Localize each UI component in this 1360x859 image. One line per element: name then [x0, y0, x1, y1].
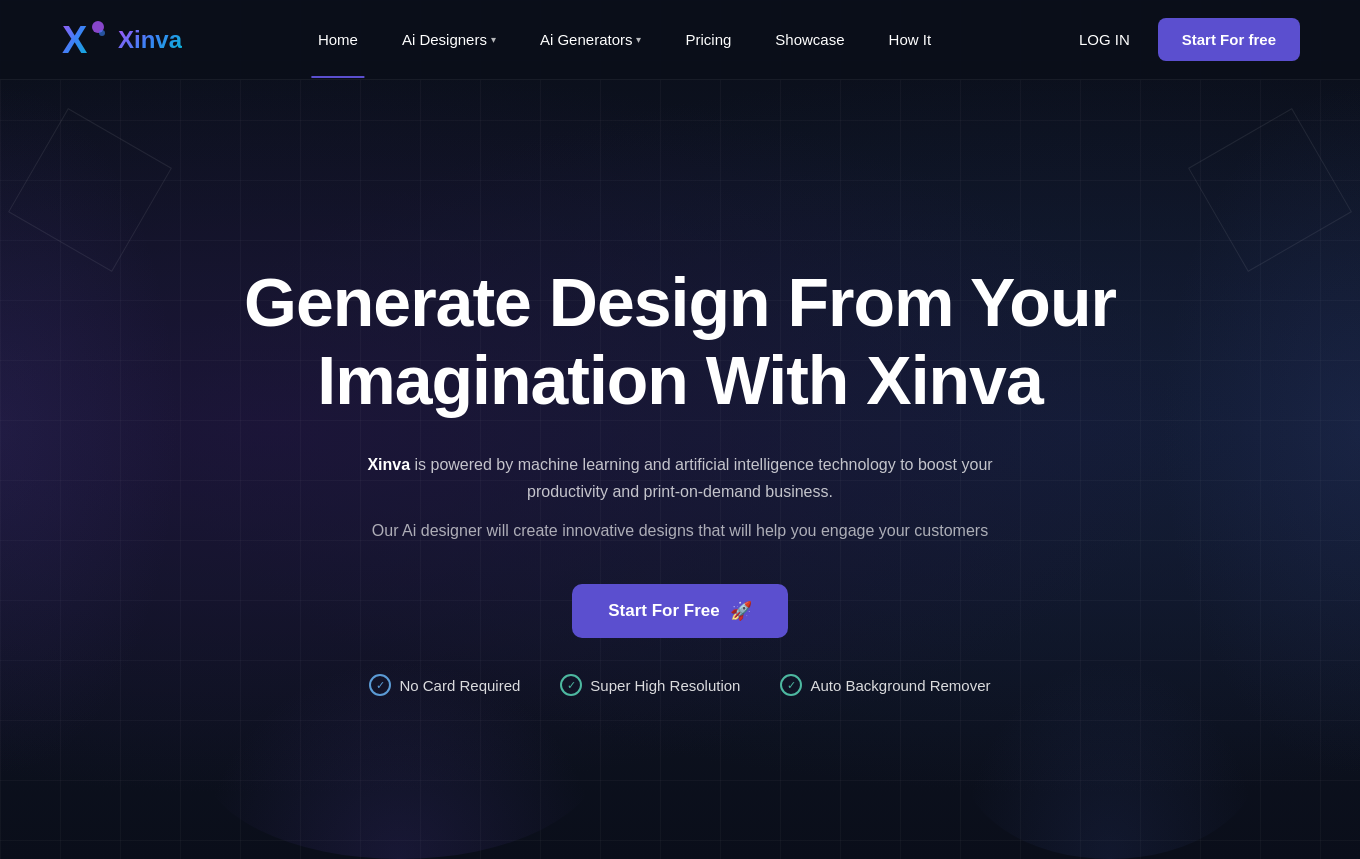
badge-bg-remover-label: Auto Background Remover [810, 677, 990, 694]
brand-logo[interactable]: X Xinva [60, 15, 182, 65]
start-for-free-hero-button[interactable]: Start For Free 🚀 [572, 584, 787, 638]
nav-pricing[interactable]: Pricing [667, 23, 749, 56]
hero-brand-name: Xinva [367, 456, 410, 473]
brand-name: Xinva [118, 26, 182, 54]
badge-bg-remover: ✓ Auto Background Remover [780, 674, 990, 696]
hero-subtitle2: Our Ai designer will create innovative d… [372, 517, 988, 544]
hero-section: Generate Design From Your Imagination Wi… [0, 80, 1360, 859]
svg-text:X: X [62, 19, 88, 61]
login-button[interactable]: LOG IN [1067, 23, 1142, 56]
nav-ai-designers[interactable]: Ai Designers ▾ [384, 23, 514, 56]
logo-icon: X [60, 15, 110, 65]
ai-designers-chevron-icon: ▾ [491, 34, 496, 45]
check-icon-1: ✓ [369, 674, 391, 696]
nav-home[interactable]: Home [300, 23, 376, 56]
check-icon-2: ✓ [560, 674, 582, 696]
nav-ai-generators[interactable]: Ai Generators ▾ [522, 23, 660, 56]
badge-high-res-label: Super High Resolution [590, 677, 740, 694]
badge-no-card-label: No Card Required [399, 677, 520, 694]
check-icon-3: ✓ [780, 674, 802, 696]
nav-how-it[interactable]: How It [871, 23, 950, 56]
badge-high-res: ✓ Super High Resolution [560, 674, 740, 696]
hero-subtitle-text: is powered by machine learning and artif… [410, 456, 993, 500]
svg-point-2 [99, 30, 105, 36]
hero-badges: ✓ No Card Required ✓ Super High Resoluti… [369, 674, 990, 696]
navbar: X Xinva Home Ai Designers ▾ Ai Generator… [0, 0, 1360, 80]
start-for-free-nav-button[interactable]: Start For free [1158, 18, 1300, 62]
hero-title: Generate Design From Your Imagination Wi… [230, 263, 1130, 419]
ai-generators-chevron-icon: ▾ [636, 34, 641, 45]
hero-subtitle: Xinva is powered by machine learning and… [340, 451, 1020, 505]
nav-showcase[interactable]: Showcase [757, 23, 862, 56]
nav-right: LOG IN Start For free [1067, 18, 1300, 62]
rocket-icon: 🚀 [730, 600, 752, 622]
nav-links: Home Ai Designers ▾ Ai Generators ▾ Pric… [300, 23, 949, 56]
badge-no-card: ✓ No Card Required [369, 674, 520, 696]
